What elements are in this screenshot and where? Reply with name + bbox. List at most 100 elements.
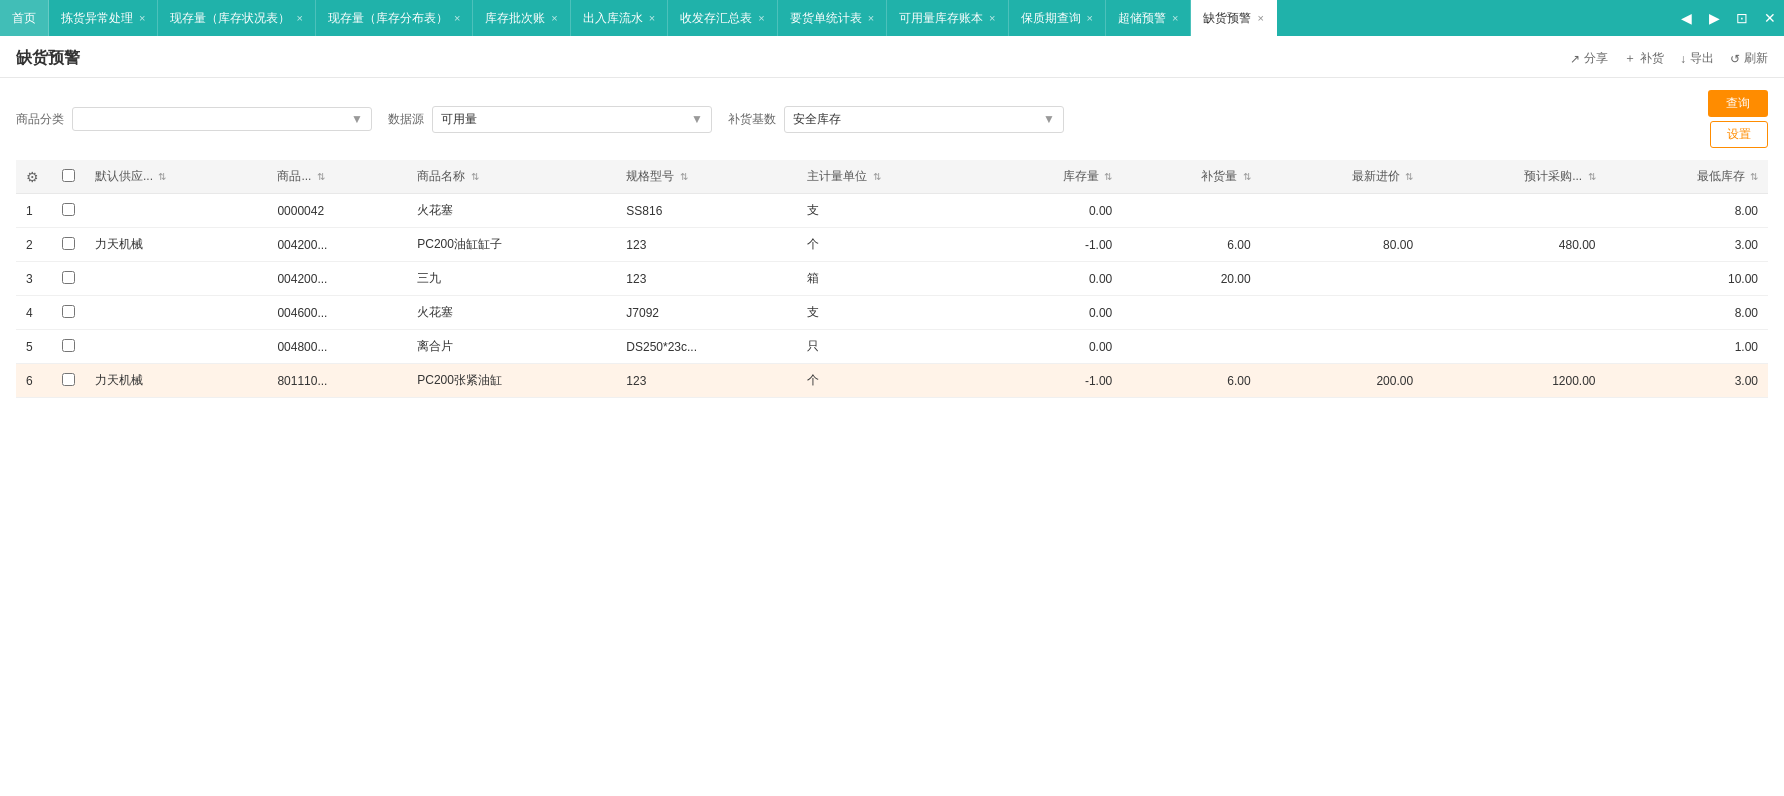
row-min-stock: 3.00 <box>1606 364 1768 398</box>
tab-collect[interactable]: 收发存汇总表 × <box>668 0 777 36</box>
export-button[interactable]: ↓ 导出 <box>1680 50 1714 67</box>
tab-close-expiry[interactable]: × <box>1087 12 1093 24</box>
tab-close-batch[interactable]: × <box>551 12 557 24</box>
tab-bar: 首页拣货异常处理×现存量（库存状况表）×现存量（库存分布表）×库存批次账×出入库… <box>0 0 1784 36</box>
supplier-sort-icon: ⇅ <box>158 171 166 182</box>
row-supplier: 力天机械 <box>85 364 267 398</box>
row-checkbox[interactable] <box>52 330 85 364</box>
tab-close-inout[interactable]: × <box>649 12 655 24</box>
row-est-purchase <box>1423 262 1605 296</box>
row-checkbox-input[interactable] <box>62 373 75 386</box>
product-code-sort-icon: ⇅ <box>317 171 325 182</box>
filter-bar: 商品分类 ▼ 数据源 可用量 ▼ 补货基数 安全库存 ▼ 查询 设置 <box>0 78 1784 160</box>
select-all-checkbox[interactable] <box>62 169 75 182</box>
col-gear[interactable]: ⚙ <box>16 160 52 194</box>
page-header: 缺货预警 ↗ 分享 ＋ 补货 ↓ 导出 ↺ 刷新 <box>0 36 1784 78</box>
refresh-button[interactable]: ↺ 刷新 <box>1730 50 1768 67</box>
tab-overstock[interactable]: 超储预警× <box>1106 0 1191 36</box>
row-est-purchase <box>1423 296 1605 330</box>
row-min-stock: 8.00 <box>1606 194 1768 228</box>
row-replenish <box>1122 330 1260 364</box>
tab-close-collect[interactable]: × <box>758 12 764 24</box>
query-button[interactable]: 查询 <box>1708 90 1768 117</box>
row-product-code: 801110... <box>267 364 407 398</box>
spec-sort-icon: ⇅ <box>680 171 688 182</box>
tab-close-order-stat[interactable]: × <box>868 12 874 24</box>
col-est-purchase[interactable]: 预计采购... ⇅ <box>1423 160 1605 194</box>
row-replenish <box>1122 194 1260 228</box>
tab-close-all-btn[interactable]: ✕ <box>1756 0 1784 36</box>
tab-batch[interactable]: 库存批次账× <box>473 0 570 36</box>
table-row: 4004600...火花塞J7092支0.008.00 <box>16 296 1768 330</box>
col-spec[interactable]: 规格型号 ⇅ <box>616 160 797 194</box>
tab-close-overstock[interactable]: × <box>1172 12 1178 24</box>
gear-icon[interactable]: ⚙ <box>26 169 39 185</box>
col-latest-price[interactable]: 最新进价 ⇅ <box>1261 160 1423 194</box>
col-min-stock[interactable]: 最低库存 ⇅ <box>1606 160 1768 194</box>
col-product-code[interactable]: 商品... ⇅ <box>267 160 407 194</box>
row-checkbox-input[interactable] <box>62 237 75 250</box>
tab-inventory-dist[interactable]: 现存量（库存分布表）× <box>316 0 473 36</box>
tab-expiry[interactable]: 保质期查询× <box>1009 0 1106 36</box>
tab-close-shortage[interactable]: × <box>1257 12 1263 24</box>
row-checkbox-input[interactable] <box>62 271 75 284</box>
tab-close-available[interactable]: × <box>989 12 995 24</box>
replenish-label: 补货 <box>1640 50 1664 67</box>
tab-prev-btn[interactable]: ◀ <box>1672 0 1700 36</box>
export-label: 导出 <box>1690 50 1714 67</box>
row-checkbox[interactable] <box>52 262 85 296</box>
row-latest-price <box>1261 330 1423 364</box>
row-no: 6 <box>16 364 52 398</box>
col-supplier[interactable]: 默认供应... ⇅ <box>85 160 267 194</box>
tab-close-abnormal[interactable]: × <box>139 12 145 24</box>
tab-close-inventory-status[interactable]: × <box>296 12 302 24</box>
row-checkbox-input[interactable] <box>62 305 75 318</box>
datasource-arrow-icon: ▼ <box>691 112 703 126</box>
tab-label-shortage: 缺货预警 <box>1203 10 1251 27</box>
product-name-sort-icon: ⇅ <box>471 171 479 182</box>
row-unit: 个 <box>797 364 983 398</box>
datasource-select[interactable]: 可用量 ▼ <box>432 106 712 133</box>
row-replenish: 6.00 <box>1122 228 1260 262</box>
row-checkbox-input[interactable] <box>62 339 75 352</box>
min-stock-sort-icon: ⇅ <box>1750 171 1758 182</box>
category-filter-group: 商品分类 ▼ <box>16 107 372 131</box>
tab-shortage[interactable]: 缺货预警 × <box>1191 0 1276 36</box>
tab-label-collect: 收发存汇总表 <box>680 10 752 27</box>
col-unit[interactable]: 主计量单位 ⇅ <box>797 160 983 194</box>
col-product-name[interactable]: 商品名称 ⇅ <box>407 160 616 194</box>
row-spec: 123 <box>616 262 797 296</box>
tab-close-inventory-dist[interactable]: × <box>454 12 460 24</box>
row-checkbox[interactable] <box>52 228 85 262</box>
settings-button[interactable]: 设置 <box>1710 121 1768 148</box>
category-select[interactable]: ▼ <box>72 107 372 131</box>
row-supplier <box>85 262 267 296</box>
export-icon: ↓ <box>1680 52 1686 66</box>
row-no: 4 <box>16 296 52 330</box>
tab-home[interactable]: 首页 <box>0 0 49 36</box>
tab-abnormal[interactable]: 拣货异常处理 × <box>49 0 158 36</box>
table-row: 6力天机械801110...PC200张紧油缸123个-1.006.00200.… <box>16 364 1768 398</box>
replenish-button[interactable]: ＋ 补货 <box>1624 50 1664 67</box>
tab-inout[interactable]: 出入库流水× <box>571 0 668 36</box>
row-checkbox[interactable] <box>52 194 85 228</box>
tab-order-stat[interactable]: 要货单统计表× <box>778 0 887 36</box>
row-checkbox-input[interactable] <box>62 203 75 216</box>
row-checkbox[interactable] <box>52 364 85 398</box>
share-button[interactable]: ↗ 分享 <box>1570 50 1608 67</box>
row-min-stock: 10.00 <box>1606 262 1768 296</box>
tab-next-btn[interactable]: ▶ <box>1700 0 1728 36</box>
tab-inventory-status[interactable]: 现存量（库存状况表）× <box>158 0 315 36</box>
row-checkbox[interactable] <box>52 296 85 330</box>
tab-restore-btn[interactable]: ⊡ <box>1728 0 1756 36</box>
tab-available[interactable]: 可用量库存账本× <box>887 0 1008 36</box>
row-replenish: 6.00 <box>1122 364 1260 398</box>
replenish-base-select[interactable]: 安全库存 ▼ <box>784 106 1064 133</box>
tab-label-abnormal: 拣货异常处理 <box>61 10 133 27</box>
row-stock: 0.00 <box>984 194 1122 228</box>
col-replenish[interactable]: 补货量 ⇅ <box>1122 160 1260 194</box>
col-stock[interactable]: 库存量 ⇅ <box>984 160 1122 194</box>
col-checkbox <box>52 160 85 194</box>
refresh-icon: ↺ <box>1730 52 1740 66</box>
row-no: 1 <box>16 194 52 228</box>
